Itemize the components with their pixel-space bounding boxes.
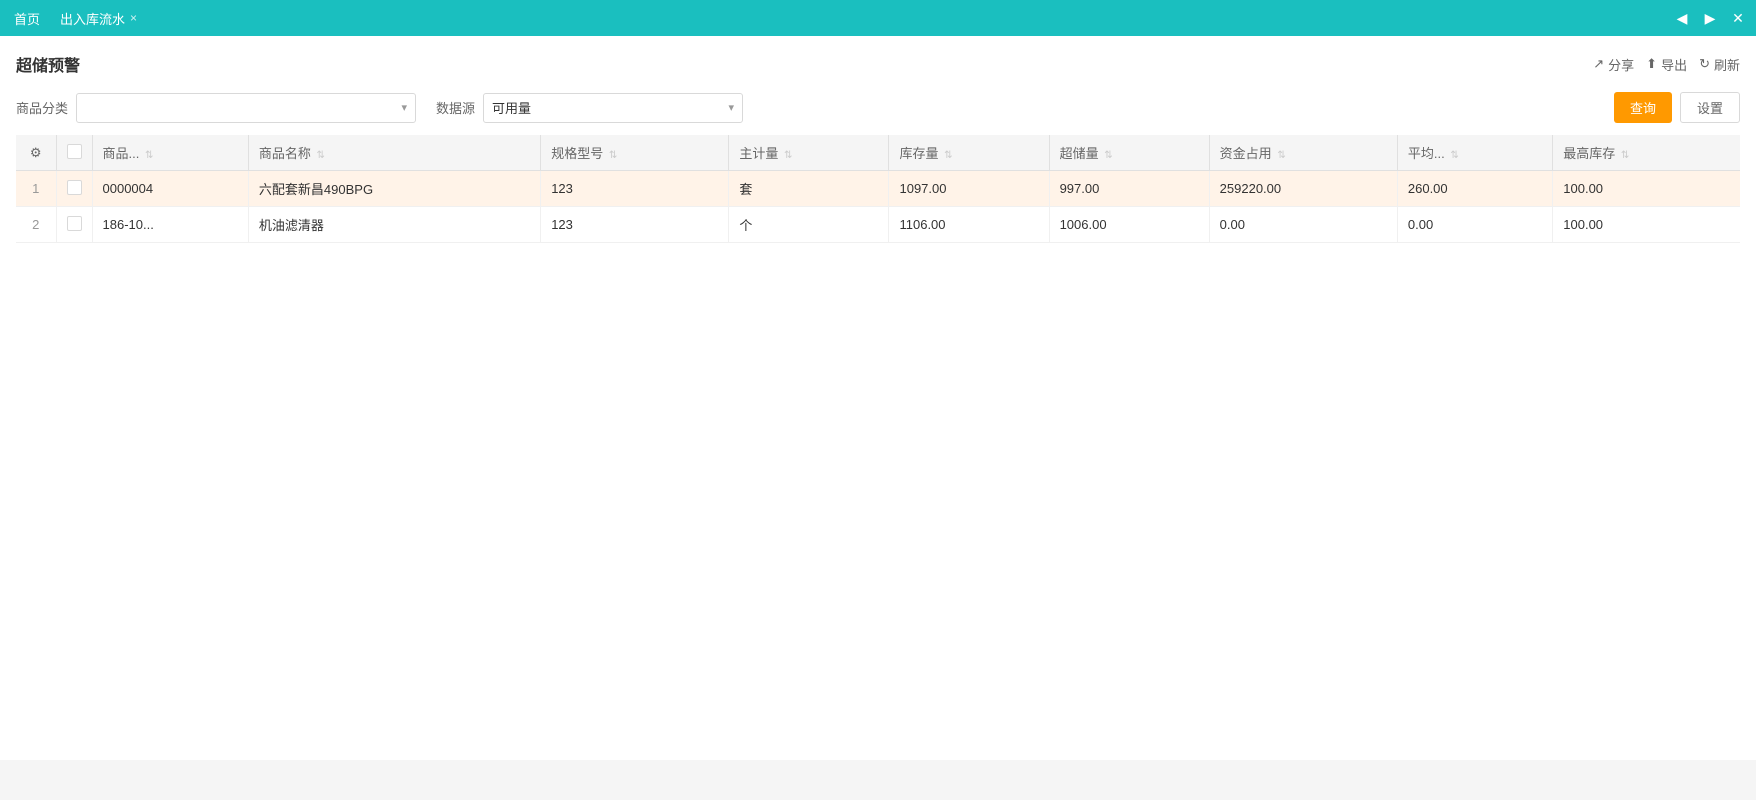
datasource-arrow-down-icon: ▾ xyxy=(729,101,735,114)
tab-label: 出入库流水 xyxy=(60,9,125,28)
stock: 1106.00 xyxy=(889,207,1049,243)
refresh-action[interactable]: ↻ 刷新 xyxy=(1699,55,1740,74)
col-avg[interactable]: 平均... ⇅ xyxy=(1397,135,1552,171)
stock: 1097.00 xyxy=(889,171,1049,207)
over-stock: 997.00 xyxy=(1049,171,1209,207)
spec: 123 xyxy=(541,207,729,243)
page-header: 超储预警 ↗ 分享 ⬆ 导出 ↻ 刷新 xyxy=(16,52,1740,76)
tab-nav-right[interactable]: ▶ xyxy=(1696,0,1724,36)
export-action[interactable]: ⬆ 导出 xyxy=(1646,55,1687,74)
datasource-filter: 数据源 可用量 ▾ xyxy=(436,93,743,123)
col-product-name[interactable]: 商品名称 ⇅ xyxy=(248,135,540,171)
datasource-select[interactable]: 可用量 ▾ xyxy=(483,93,743,123)
sort-max-stock-icon: ⇅ xyxy=(1621,150,1629,161)
header-actions: ↗ 分享 ⬆ 导出 ↻ 刷新 xyxy=(1593,55,1740,74)
sort-spec-icon: ⇅ xyxy=(609,150,617,161)
row-checkbox[interactable] xyxy=(67,216,82,231)
main-content: 超储预警 ↗ 分享 ⬆ 导出 ↻ 刷新 商品分类 ▾ 数据源 xyxy=(0,36,1756,760)
col-unit[interactable]: 主计量 ⇅ xyxy=(729,135,889,171)
capital: 0.00 xyxy=(1209,207,1397,243)
query-button[interactable]: 查询 xyxy=(1614,92,1672,123)
filter-actions: 查询 设置 xyxy=(1614,92,1740,123)
select-all-checkbox[interactable] xyxy=(67,144,82,159)
tab-nav-left[interactable]: ◀ xyxy=(1668,0,1696,36)
table-row: 2 186-10... 机油滤清器 123 个 1106.00 1006.00 … xyxy=(16,207,1740,243)
product-code: 0000004 xyxy=(92,171,248,207)
export-icon: ⬆ xyxy=(1646,56,1657,72)
col-spec[interactable]: 规格型号 ⇅ xyxy=(541,135,729,171)
row-checkbox-cell[interactable] xyxy=(56,171,92,207)
row-checkbox[interactable] xyxy=(67,180,82,195)
sort-unit-icon: ⇅ xyxy=(784,150,792,161)
row-index: 1 xyxy=(16,171,56,207)
unit: 套 xyxy=(729,171,889,207)
max-stock: 100.00 xyxy=(1553,207,1740,243)
category-label: 商品分类 xyxy=(16,98,68,117)
sort-capital-icon: ⇅ xyxy=(1277,150,1285,161)
col-checkbox-header[interactable] xyxy=(56,135,92,171)
datasource-label: 数据源 xyxy=(436,98,475,117)
gear-icon: ⚙ xyxy=(30,145,42,160)
tab-home[interactable]: 首页 xyxy=(4,0,50,36)
col-product-code[interactable]: 商品... ⇅ xyxy=(92,135,248,171)
col-stock[interactable]: 库存量 ⇅ xyxy=(889,135,1049,171)
over-stock: 1006.00 xyxy=(1049,207,1209,243)
table-row: 1 0000004 六配套新昌490BPG 123 套 1097.00 997.… xyxy=(16,171,1740,207)
sort-avg-icon: ⇅ xyxy=(1450,150,1458,161)
tab-5[interactable]: 出入库流水 × xyxy=(50,0,212,36)
category-select[interactable]: ▾ xyxy=(76,93,416,123)
product-name: 六配套新昌490BPG xyxy=(248,171,540,207)
share-action[interactable]: ↗ 分享 xyxy=(1593,55,1634,74)
table-header-row: ⚙ 商品... ⇅ 商品名称 ⇅ 规格型号 ⇅ 主计量 xyxy=(16,135,1740,171)
max-stock: 100.00 xyxy=(1553,171,1740,207)
data-table: ⚙ 商品... ⇅ 商品名称 ⇅ 规格型号 ⇅ 主计量 xyxy=(16,135,1740,243)
tab-nav-close-all[interactable]: ✕ xyxy=(1724,0,1752,36)
avg: 0.00 xyxy=(1397,207,1552,243)
refresh-icon: ↻ xyxy=(1699,56,1710,72)
col-over-stock[interactable]: 超储量 ⇅ xyxy=(1049,135,1209,171)
tab-nav-arrows: ◀ ▶ ✕ xyxy=(1668,0,1752,36)
tab-close-icon[interactable]: × xyxy=(130,11,137,25)
sort-product-code-icon: ⇅ xyxy=(145,150,153,161)
col-gear[interactable]: ⚙ xyxy=(16,135,56,171)
capital: 259220.00 xyxy=(1209,171,1397,207)
product-code: 186-10... xyxy=(92,207,248,243)
page-title: 超储预警 xyxy=(16,52,80,76)
col-capital[interactable]: 资金占用 ⇅ xyxy=(1209,135,1397,171)
unit: 个 xyxy=(729,207,889,243)
category-filter: 商品分类 ▾ xyxy=(16,93,416,123)
col-max-stock[interactable]: 最高库存 ⇅ xyxy=(1553,135,1740,171)
settings-button[interactable]: 设置 xyxy=(1680,92,1740,123)
category-arrow-down-icon: ▾ xyxy=(401,101,407,114)
sort-product-name-icon: ⇅ xyxy=(317,150,325,161)
teal-tab-bar: 首页 拣货任务管理×拣货异常处理×现存量（库存状况表）×现存量（库存分布表）×库… xyxy=(0,0,1756,36)
filter-row: 商品分类 ▾ 数据源 可用量 ▾ 查询 设置 xyxy=(16,92,1740,123)
product-name: 机油滤清器 xyxy=(248,207,540,243)
avg: 260.00 xyxy=(1397,171,1552,207)
row-index: 2 xyxy=(16,207,56,243)
row-checkbox-cell[interactable] xyxy=(56,207,92,243)
spec: 123 xyxy=(541,171,729,207)
share-icon: ↗ xyxy=(1593,56,1604,72)
sort-stock-icon: ⇅ xyxy=(944,150,952,161)
sort-over-stock-icon: ⇅ xyxy=(1104,150,1112,161)
datasource-value: 可用量 xyxy=(492,98,531,117)
